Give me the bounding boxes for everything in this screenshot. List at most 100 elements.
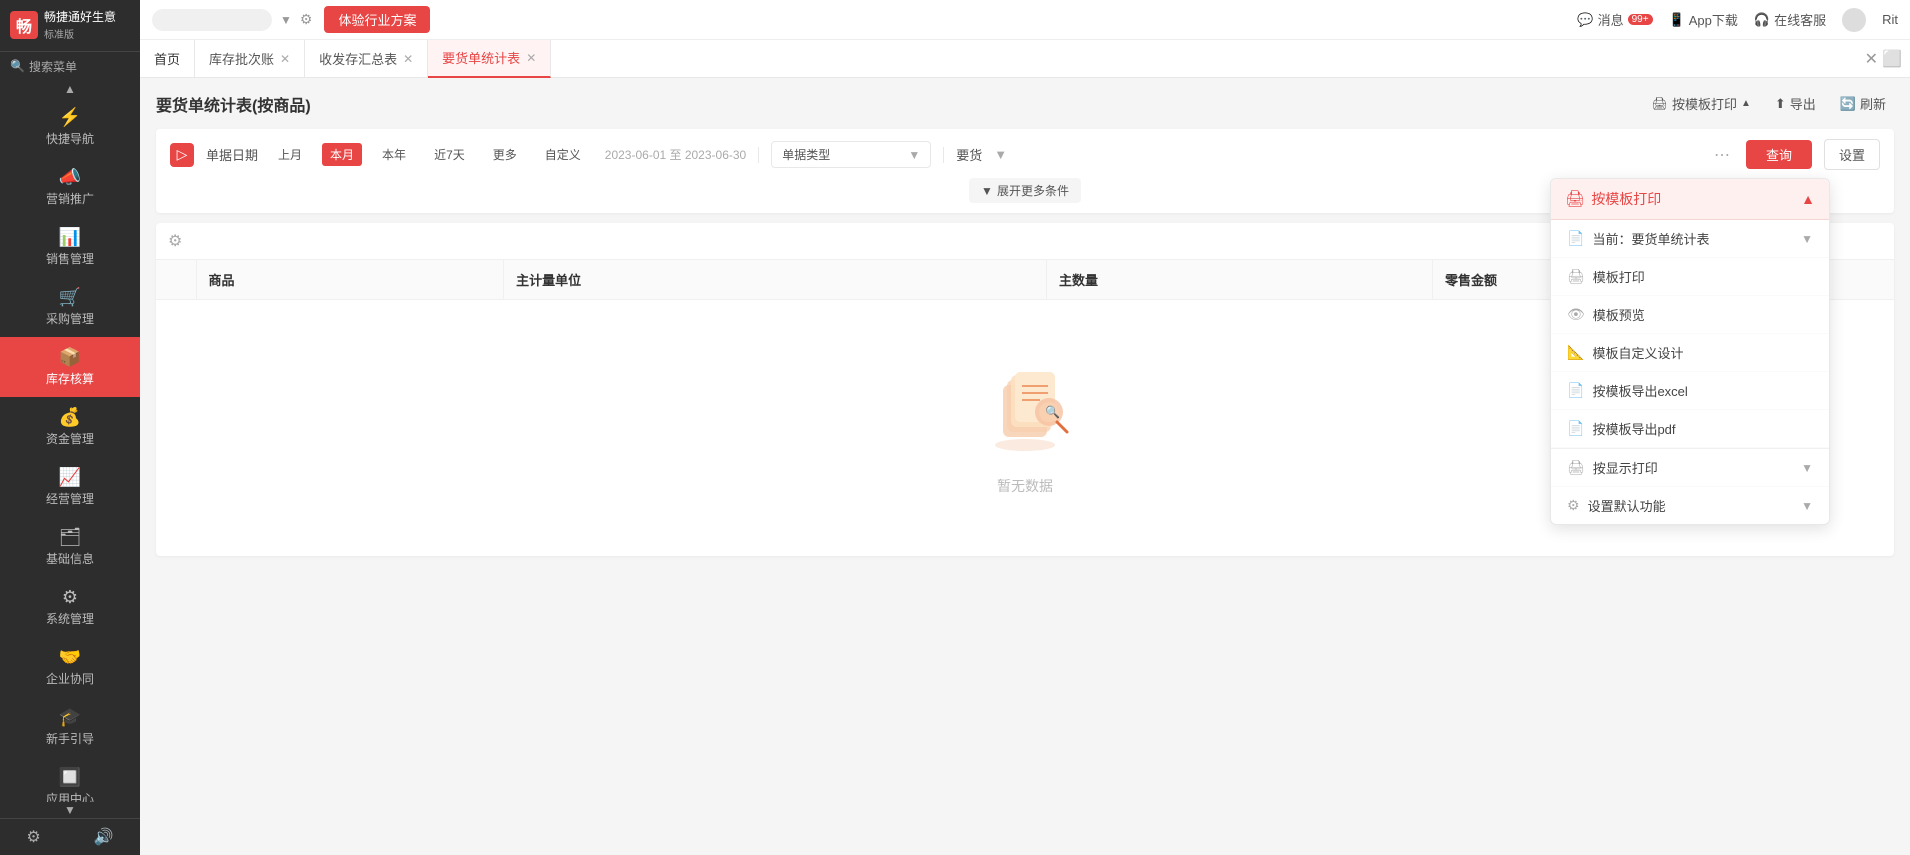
quick-nav-icon: ⚡ [59,107,81,128]
sidebar-item-quick-nav[interactable]: ⚡ 快捷导航 [0,97,140,157]
sidebar-sound-btn[interactable]: 🔊 [94,827,114,847]
tab-home[interactable]: 首页 [140,40,195,78]
sidebar-item-label: 采购管理 [46,310,94,327]
sidebar-item-label: 营销推广 [46,190,94,207]
refresh-icon: 🔄 [1840,96,1856,112]
sidebar-settings-btn[interactable]: ⚙ [26,827,40,847]
purchase-icon: 🛒 [59,287,81,308]
tab-batch-accounts[interactable]: 库存批次账 ✕ [195,40,305,78]
display-print-item[interactable]: 🖨 按显示打印 ▼ [1551,449,1829,487]
sales-icon: 📊 [59,227,81,248]
svg-text:🔍: 🔍 [1045,404,1060,419]
empty-text: 暂无数据 [997,476,1053,496]
sidebar-item-system[interactable]: ⚙ 系统管理 [0,577,140,637]
export-excel-item[interactable]: 📄 按模板导出excel [1551,372,1829,410]
tabs-bar: 首页 库存批次账 ✕ 收发存汇总表 ✕ 要货单统计表 ✕ ✕ ⬜ [140,40,1910,78]
print-dropdown-icon: 🖨 [1565,189,1585,209]
app-edition: 标准版 [44,26,116,41]
expand-conditions-btn[interactable]: ▼ 展开更多条件 [969,178,1081,203]
message-icon: 💬 [1577,12,1593,28]
sidebar-item-label: 销售管理 [46,250,94,267]
system-icon: ⚙ [62,587,78,608]
tab-order-stats[interactable]: 要货单统计表 ✕ [428,40,551,78]
sidebar-item-label: 企业协同 [46,670,94,687]
search-menu[interactable]: 🔍 搜索菜单 [0,52,140,81]
scroll-up[interactable]: ▲ [64,80,76,98]
sidebar-item-inventory[interactable]: 📦 库存核算 [0,337,140,397]
print-template-item[interactable]: 🖨 模板打印 [1551,258,1829,296]
tab-collection-summary[interactable]: 收发存汇总表 ✕ [305,40,428,78]
filter-collapse-btn[interactable]: ▷ [170,143,194,167]
sidebar-item-cooperation[interactable]: 🤝 企业协同 [0,637,140,697]
tabs-maximize-btn[interactable]: ⬜ [1882,49,1902,69]
sidebar-item-app-center[interactable]: 🔲 应用中心 [0,757,140,802]
filter-row-1: ▷ 单据日期 上月 本月 本年 近7天 更多 自定义 2023-06-01 至 … [170,139,1880,170]
avatar[interactable] [1842,8,1866,32]
tab-label: 首页 [154,49,180,68]
template-custom-icon: 📐 [1567,344,1584,361]
query-btn[interactable]: 查询 [1746,140,1812,169]
more-options-icon[interactable]: ⋯ [1710,145,1734,165]
tab-close-collection[interactable]: ✕ [403,52,413,66]
app-label: App下载 [1689,10,1738,29]
topbar-app-download[interactable]: 📱 App下载 [1669,10,1738,29]
export-pdf-icon: 📄 [1567,420,1584,437]
doc-type-select[interactable]: 单据类型 ▼ [771,141,931,168]
username[interactable]: Rit [1882,12,1898,27]
export-pdf-item[interactable]: 📄 按模板导出pdf [1551,410,1829,448]
date-btn-last7[interactable]: 近7天 [426,143,473,166]
sidebar-nav: ⚡ 快捷导航 📣 营销推广 📊 销售管理 🛒 采购管理 📦 库存核算 💰 资金管… [0,97,140,802]
topbar-service[interactable]: 🎧 在线客服 [1754,10,1826,29]
app-center-icon: 🔲 [59,767,81,788]
operations-icon: 📈 [59,467,81,488]
search-icon: 🔍 [10,59,25,73]
custom-design-item[interactable]: 📐 模板自定义设计 [1551,334,1829,372]
select-arrow-icon: ▼ [908,148,920,162]
tab-close-batch[interactable]: ✕ [280,52,290,66]
tabs-close-btn[interactable]: ✕ [1865,49,1878,69]
date-btn-this-month[interactable]: 本月 [322,143,362,166]
date-btn-last-month[interactable]: 上月 [270,143,310,166]
tab-label: 库存批次账 [209,49,274,68]
sidebar-item-marketing[interactable]: 📣 营销推广 [0,157,140,217]
col-checkbox [156,260,196,300]
sidebar-item-purchase[interactable]: 🛒 采购管理 [0,277,140,337]
print-dropdown-collapse-icon[interactable]: ▲ [1801,191,1815,207]
sidebar-item-finance[interactable]: 💰 资金管理 [0,397,140,457]
message-badge: 99+ [1628,14,1653,25]
scroll-down[interactable]: ▼ [64,801,76,819]
topbar-message[interactable]: 💬 消息 99+ [1577,10,1652,29]
topbar: ▼ ⚙ 体验行业方案 💬 消息 99+ 📱 App下载 🎧 在线客服 Rit [140,0,1910,40]
sidebar-item-label: 基础信息 [46,550,94,567]
sidebar-item-operations[interactable]: 📈 经营管理 [0,457,140,517]
sidebar-item-basic-info[interactable]: 🗂 基础信息 [0,517,140,577]
sidebar-item-guide[interactable]: 🎓 新手引导 [0,697,140,757]
trial-btn[interactable]: 体验行业方案 [324,6,430,33]
inventory-icon: 📦 [59,347,81,368]
refresh-btn[interactable]: 🔄 刷新 [1832,90,1894,117]
app-name: 畅捷通好生意 [44,10,116,26]
message-label: 消息 [1598,10,1624,29]
tab-close-order-stats[interactable]: ✕ [526,51,536,65]
preview-template-item[interactable]: 👁 模板预览 [1551,296,1829,334]
template-preview-icon: 👁 [1567,306,1585,323]
export-btn[interactable]: ⬆ 导出 [1767,90,1824,117]
date-btn-this-year[interactable]: 本年 [374,143,414,166]
yh-label: 要货 [956,145,982,164]
topbar-search-input[interactable] [152,9,272,31]
sidebar-item-sales[interactable]: 📊 销售管理 [0,217,140,277]
current-template-arrow-icon: ▼ [1801,232,1813,246]
topbar-gear-icon[interactable]: ⚙ [300,11,313,28]
print-btn[interactable]: 🖨 按模板打印 ▲ [1643,90,1758,117]
set-default-item[interactable]: ⚙ 设置默认功能 ▼ [1551,487,1829,524]
topbar-chevron-icon[interactable]: ▼ [280,13,292,27]
date-btn-more[interactable]: 更多 [485,143,525,166]
basic-info-icon: 🗂 [59,527,82,548]
settings-btn[interactable]: 设置 [1824,139,1880,170]
date-btn-custom[interactable]: 自定义 [537,143,589,166]
table-settings-icon[interactable]: ⚙ [168,231,182,251]
current-template-item[interactable]: 📄 当前：要货单统计表 ▼ [1551,220,1829,258]
yh-arrow-icon: ▼ [994,147,1007,162]
app-icon: 📱 [1669,12,1685,28]
export-excel-icon: 📄 [1567,382,1584,399]
